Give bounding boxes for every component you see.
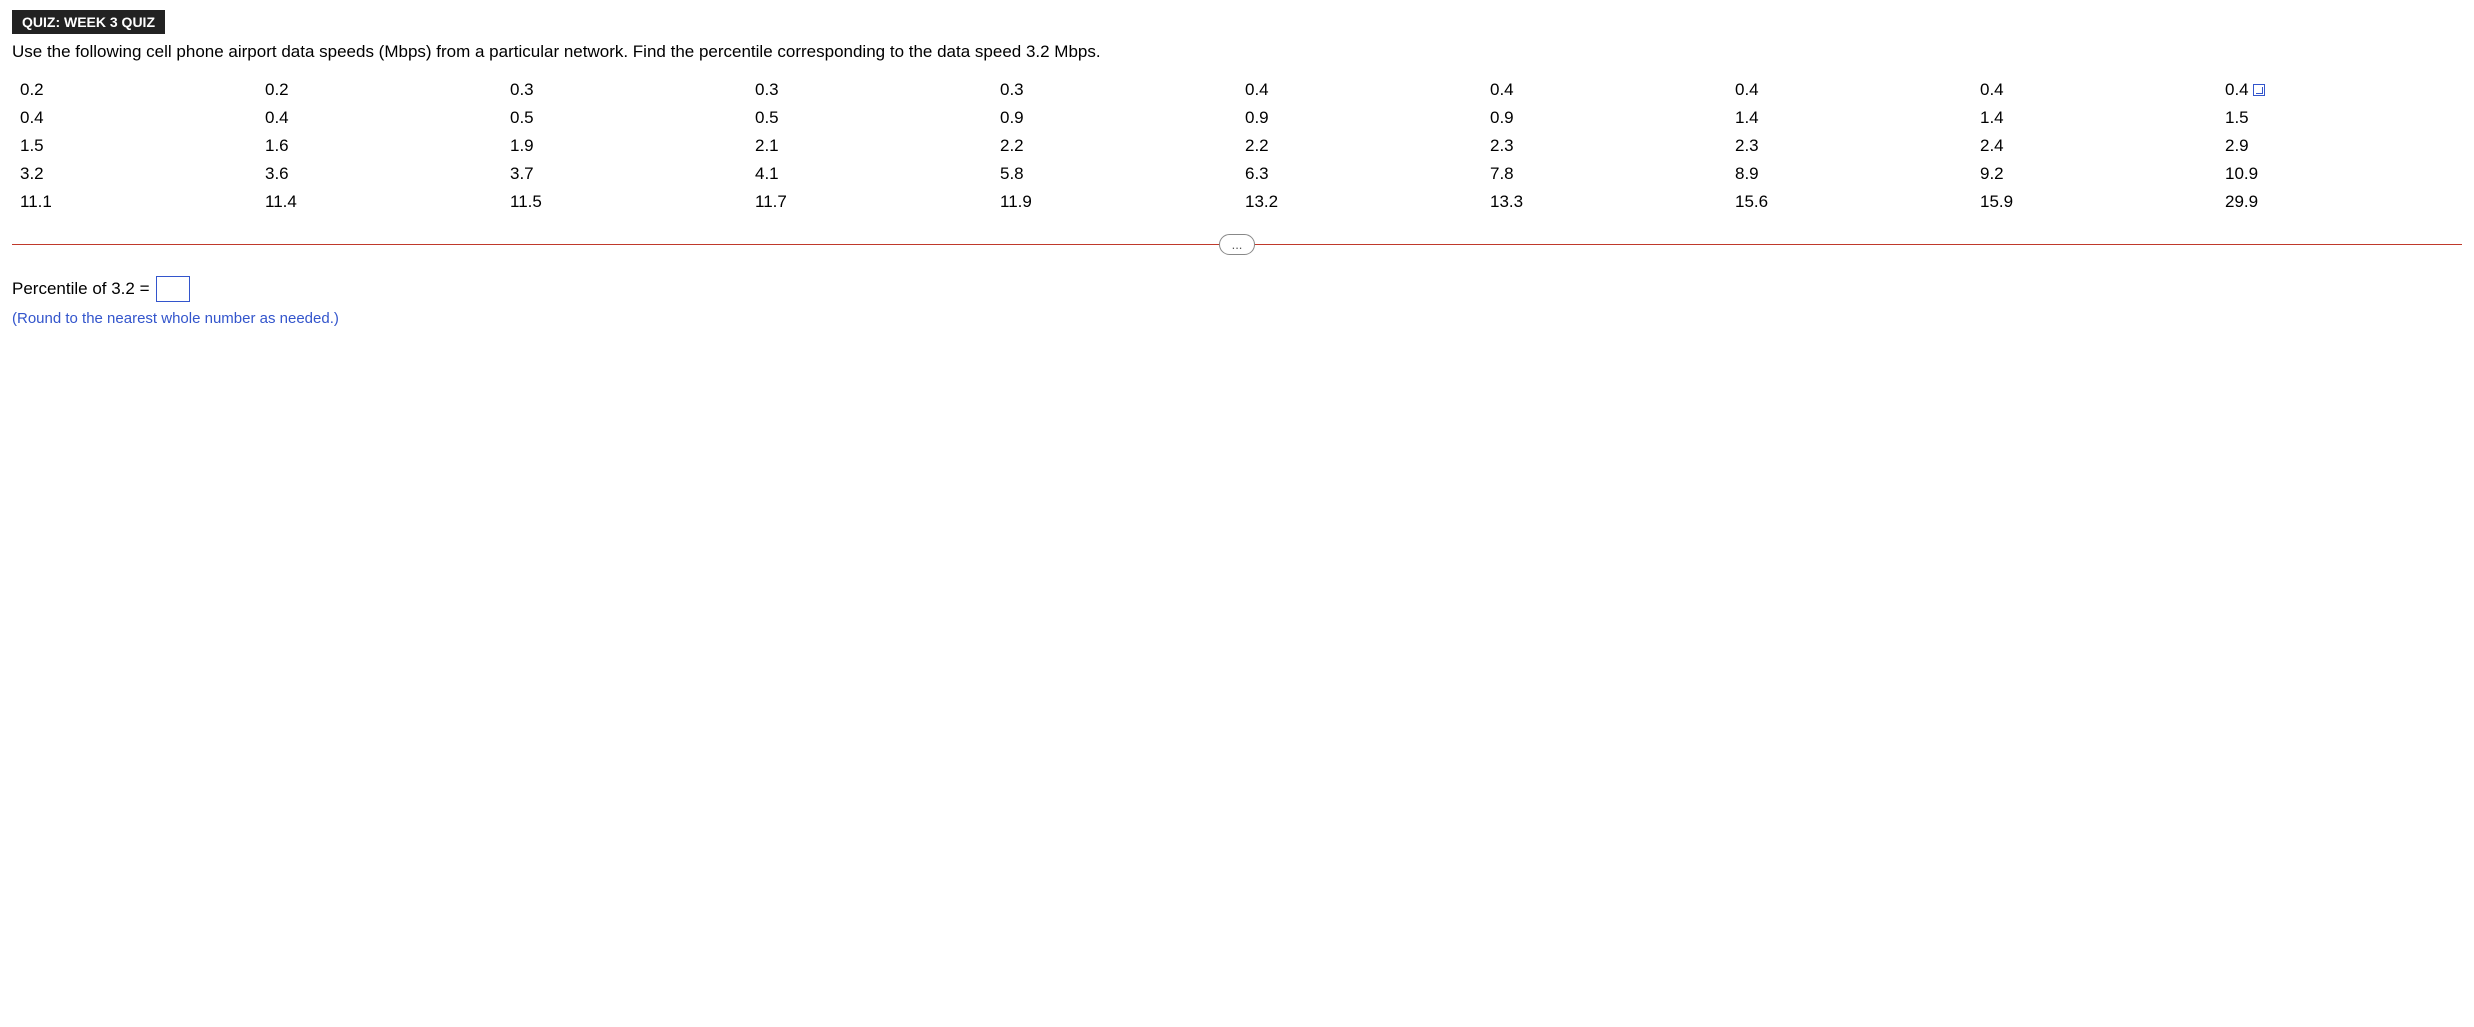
table-cell: 1.5 — [2217, 104, 2462, 132]
table-cell: 0.9 — [1482, 104, 1727, 132]
table-cell: 7.8 — [1482, 160, 1727, 188]
table-cell: 0.3 — [502, 76, 747, 104]
table-cell: 2.2 — [992, 132, 1237, 160]
table-cell: 13.3 — [1482, 188, 1727, 216]
quiz-header: Quiz: Week 3 Quiz — [12, 10, 165, 34]
table-cell: 9.2 — [1972, 160, 2217, 188]
answer-section: Percentile of 3.2 = (Round to the neares… — [12, 276, 2462, 327]
table-cell: 11.4 — [257, 188, 502, 216]
table-cell: 29.9 — [2217, 188, 2462, 216]
table-cell: 0.2 — [12, 76, 257, 104]
table-cell: 1.4 — [1727, 104, 1972, 132]
table-cell: 15.6 — [1727, 188, 1972, 216]
round-note: (Round to the nearest whole number as ne… — [12, 310, 2462, 327]
table-cell: 4.1 — [747, 160, 992, 188]
table-cell: 0.4 — [1972, 76, 2217, 104]
percentile-answer-input[interactable] — [156, 276, 190, 302]
percentile-row: Percentile of 3.2 = — [12, 276, 2462, 302]
table-cell: 11.9 — [992, 188, 1237, 216]
table-cell: 1.5 — [12, 132, 257, 160]
table-cell: 5.8 — [992, 160, 1237, 188]
table-cell: 0.3 — [992, 76, 1237, 104]
table-cell: 3.7 — [502, 160, 747, 188]
table-cell: 2.4 — [1972, 132, 2217, 160]
table-cell: 0.4 — [1237, 76, 1482, 104]
table-cell: 6.3 — [1237, 160, 1482, 188]
table-cell: 2.3 — [1482, 132, 1727, 160]
percentile-label: Percentile of 3.2 = — [12, 279, 150, 299]
table-cell: 11.7 — [747, 188, 992, 216]
table-cell: 8.9 — [1727, 160, 1972, 188]
table-cell: 1.9 — [502, 132, 747, 160]
table-cell: 2.3 — [1727, 132, 1972, 160]
divider-dots: ... — [1219, 234, 1256, 255]
table-cell: 0.9 — [1237, 104, 1482, 132]
table-cell: 0.4 — [1482, 76, 1727, 104]
table-cell: 0.2 — [257, 76, 502, 104]
table-cell: 0.4 — [257, 104, 502, 132]
table-cell: 10.9 — [2217, 160, 2462, 188]
expand-icon[interactable] — [2253, 84, 2265, 96]
table-cell: 11.1 — [12, 188, 257, 216]
instruction-text: Use the following cell phone airport dat… — [12, 42, 2462, 62]
table-cell: 3.6 — [257, 160, 502, 188]
table-cell: 15.9 — [1972, 188, 2217, 216]
table-cell: 0.9 — [992, 104, 1237, 132]
table-cell: 2.1 — [747, 132, 992, 160]
table-cell: 3.2 — [12, 160, 257, 188]
table-cell: 0.3 — [747, 76, 992, 104]
table-cell: 1.6 — [257, 132, 502, 160]
table-cell: 13.2 — [1237, 188, 1482, 216]
section-divider: ... — [12, 232, 2462, 256]
table-cell: 0.5 — [502, 104, 747, 132]
table-cell: 0.4 — [2217, 76, 2462, 104]
table-cell: 0.5 — [747, 104, 992, 132]
table-cell: 2.2 — [1237, 132, 1482, 160]
table-cell: 0.4 — [12, 104, 257, 132]
data-table: 0.20.20.30.30.30.40.40.40.40.40.40.40.50… — [12, 76, 2462, 216]
table-cell: 11.5 — [502, 188, 747, 216]
table-cell: 0.4 — [1727, 76, 1972, 104]
table-cell: 2.9 — [2217, 132, 2462, 160]
table-cell: 1.4 — [1972, 104, 2217, 132]
